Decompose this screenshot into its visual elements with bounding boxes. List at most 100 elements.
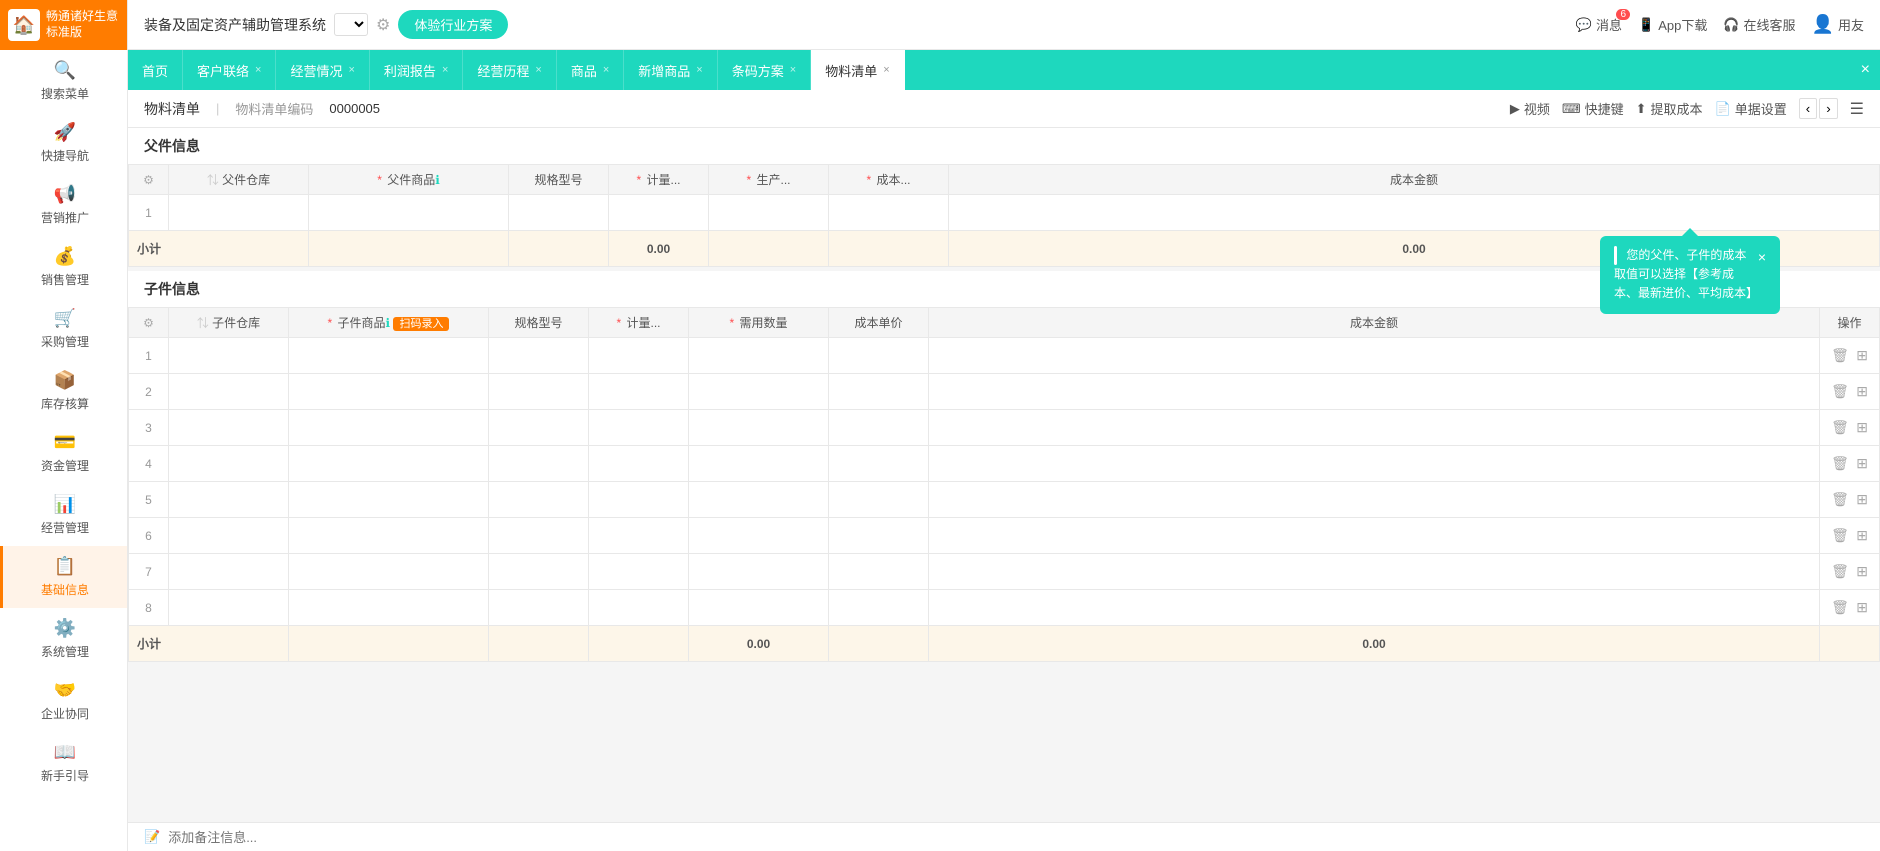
delete-btn-4[interactable]: 🗑 — [1831, 455, 1849, 471]
child-qty-5[interactable] — [589, 482, 689, 518]
child-qty-4[interactable] — [589, 446, 689, 482]
child-qty-6[interactable] — [589, 518, 689, 554]
menu-icon[interactable]: ☰ — [1850, 99, 1864, 119]
tab-close-operations[interactable]: × — [348, 64, 354, 76]
child-cost-amount-1[interactable] — [929, 338, 1820, 374]
shortcut-btn[interactable]: ⌨ 快捷键 — [1562, 99, 1624, 118]
system-select[interactable] — [334, 13, 368, 36]
tab-history[interactable]: 经营历程 × — [463, 50, 556, 90]
close-all-tabs[interactable]: × — [1851, 61, 1880, 79]
delete-btn-7[interactable]: 🗑 — [1831, 563, 1849, 579]
delete-btn-2[interactable]: 🗑 — [1831, 383, 1849, 399]
sidebar-item-sales[interactable]: 💰 销售管理 — [0, 236, 127, 298]
child-qty-8[interactable] — [589, 590, 689, 626]
child-cost-unit-6[interactable] — [829, 518, 929, 554]
tab-operations[interactable]: 经营情况 × — [276, 50, 369, 90]
extract-cost-btn[interactable]: ⬆ 提取成本 — [1636, 99, 1703, 118]
sidebar-item-quick-nav[interactable]: 🚀 快捷导航 — [0, 112, 127, 174]
child-need-qty-1[interactable] — [689, 338, 829, 374]
child-product-4[interactable] — [289, 446, 489, 482]
child-warehouse-1[interactable] — [169, 338, 289, 374]
tab-close-barcode[interactable]: × — [790, 64, 796, 76]
child-cost-amount-6[interactable] — [929, 518, 1820, 554]
sidebar-item-inventory[interactable]: 📦 库存核算 — [0, 360, 127, 422]
app-download-btn[interactable]: 📱 App下载 — [1638, 15, 1707, 34]
tab-barcode[interactable]: 条码方案 × — [718, 50, 811, 90]
child-product-8[interactable] — [289, 590, 489, 626]
sidebar-item-enterprise[interactable]: 🤝 企业协同 — [0, 670, 127, 732]
th-parent-settings[interactable]: ⚙ — [129, 165, 169, 195]
note-input[interactable] — [168, 830, 1864, 845]
child-warehouse-4[interactable] — [169, 446, 289, 482]
sidebar-item-operation[interactable]: 📊 经营管理 — [0, 484, 127, 546]
message-btn[interactable]: 💬 消息 6 — [1576, 15, 1622, 34]
child-need-qty-7[interactable] — [689, 554, 829, 590]
child-cost-amount-5[interactable] — [929, 482, 1820, 518]
sidebar-item-basic-info[interactable]: 📋 基础信息 — [0, 546, 127, 608]
sidebar-item-purchase[interactable]: 🛒 采购管理 — [0, 298, 127, 360]
child-need-qty-8[interactable] — [689, 590, 829, 626]
tab-new-products[interactable]: 新增商品 × — [624, 50, 717, 90]
child-cost-unit-8[interactable] — [829, 590, 929, 626]
child-spec-1[interactable] — [489, 338, 589, 374]
child-cost-unit-2[interactable] — [829, 374, 929, 410]
child-spec-6[interactable] — [489, 518, 589, 554]
child-cost-amount-7[interactable] — [929, 554, 1820, 590]
sidebar-item-system[interactable]: ⚙️ 系统管理 — [0, 608, 127, 670]
tab-close-bom[interactable]: × — [883, 64, 889, 76]
delete-btn-1[interactable]: 🗑 — [1831, 347, 1849, 363]
tab-bom[interactable]: 物料清单 × — [811, 50, 904, 90]
child-warehouse-3[interactable] — [169, 410, 289, 446]
tab-home[interactable]: 首页 — [128, 50, 183, 90]
delete-btn-3[interactable]: 🗑 — [1831, 419, 1849, 435]
child-cost-amount-3[interactable] — [929, 410, 1820, 446]
th-child-settings[interactable]: ⚙ — [129, 308, 169, 338]
child-warehouse-6[interactable] — [169, 518, 289, 554]
tab-close-customers[interactable]: × — [255, 64, 261, 76]
next-page-btn[interactable]: › — [1819, 98, 1837, 119]
child-need-qty-3[interactable] — [689, 410, 829, 446]
child-qty-2[interactable] — [589, 374, 689, 410]
child-need-qty-5[interactable] — [689, 482, 829, 518]
child-warehouse-5[interactable] — [169, 482, 289, 518]
child-product-7[interactable] — [289, 554, 489, 590]
copy-btn-3[interactable]: ⊞ — [1856, 419, 1868, 435]
delete-btn-8[interactable]: 🗑 — [1831, 599, 1849, 615]
child-product-1[interactable] — [289, 338, 489, 374]
child-need-qty-4[interactable] — [689, 446, 829, 482]
tab-close-products[interactable]: × — [603, 64, 609, 76]
child-spec-3[interactable] — [489, 410, 589, 446]
child-spec-4[interactable] — [489, 446, 589, 482]
child-product-6[interactable] — [289, 518, 489, 554]
child-cost-unit-1[interactable] — [829, 338, 929, 374]
child-spec-2[interactable] — [489, 374, 589, 410]
sidebar-item-marketing[interactable]: 📢 营销推广 — [0, 174, 127, 236]
copy-btn-5[interactable]: ⊞ — [1856, 491, 1868, 507]
tab-customers[interactable]: 客户联络 × — [183, 50, 276, 90]
sidebar-item-guide[interactable]: 📖 新手引导 — [0, 732, 127, 794]
child-cost-amount-2[interactable] — [929, 374, 1820, 410]
parent-warehouse-cell[interactable] — [169, 195, 309, 231]
sidebar-item-finance[interactable]: 💳 资金管理 — [0, 422, 127, 484]
tab-products[interactable]: 商品 × — [557, 50, 624, 90]
parent-cost-cell[interactable] — [829, 195, 949, 231]
parent-spec-cell[interactable] — [509, 195, 609, 231]
copy-btn-2[interactable]: ⊞ — [1856, 383, 1868, 399]
delete-btn-5[interactable]: 🗑 — [1831, 491, 1849, 507]
child-need-qty-2[interactable] — [689, 374, 829, 410]
scan-badge[interactable]: 扫码录入 — [393, 317, 449, 331]
prev-page-btn[interactable]: ‹ — [1799, 98, 1817, 119]
child-cost-unit-7[interactable] — [829, 554, 929, 590]
copy-btn-8[interactable]: ⊞ — [1856, 599, 1868, 615]
experience-btn[interactable]: 体验行业方案 — [398, 10, 508, 39]
child-product-3[interactable] — [289, 410, 489, 446]
child-spec-5[interactable] — [489, 482, 589, 518]
copy-btn-7[interactable]: ⊞ — [1856, 563, 1868, 579]
copy-btn-6[interactable]: ⊞ — [1856, 527, 1868, 543]
child-spec-7[interactable] — [489, 554, 589, 590]
tab-profit[interactable]: 利润报告 × — [370, 50, 463, 90]
copy-btn-1[interactable]: ⊞ — [1856, 347, 1868, 363]
sidebar-item-search[interactable]: 🔍 搜索菜单 — [0, 50, 127, 112]
child-cost-amount-8[interactable] — [929, 590, 1820, 626]
online-service-btn[interactable]: 🎧 在线客服 — [1723, 15, 1795, 34]
